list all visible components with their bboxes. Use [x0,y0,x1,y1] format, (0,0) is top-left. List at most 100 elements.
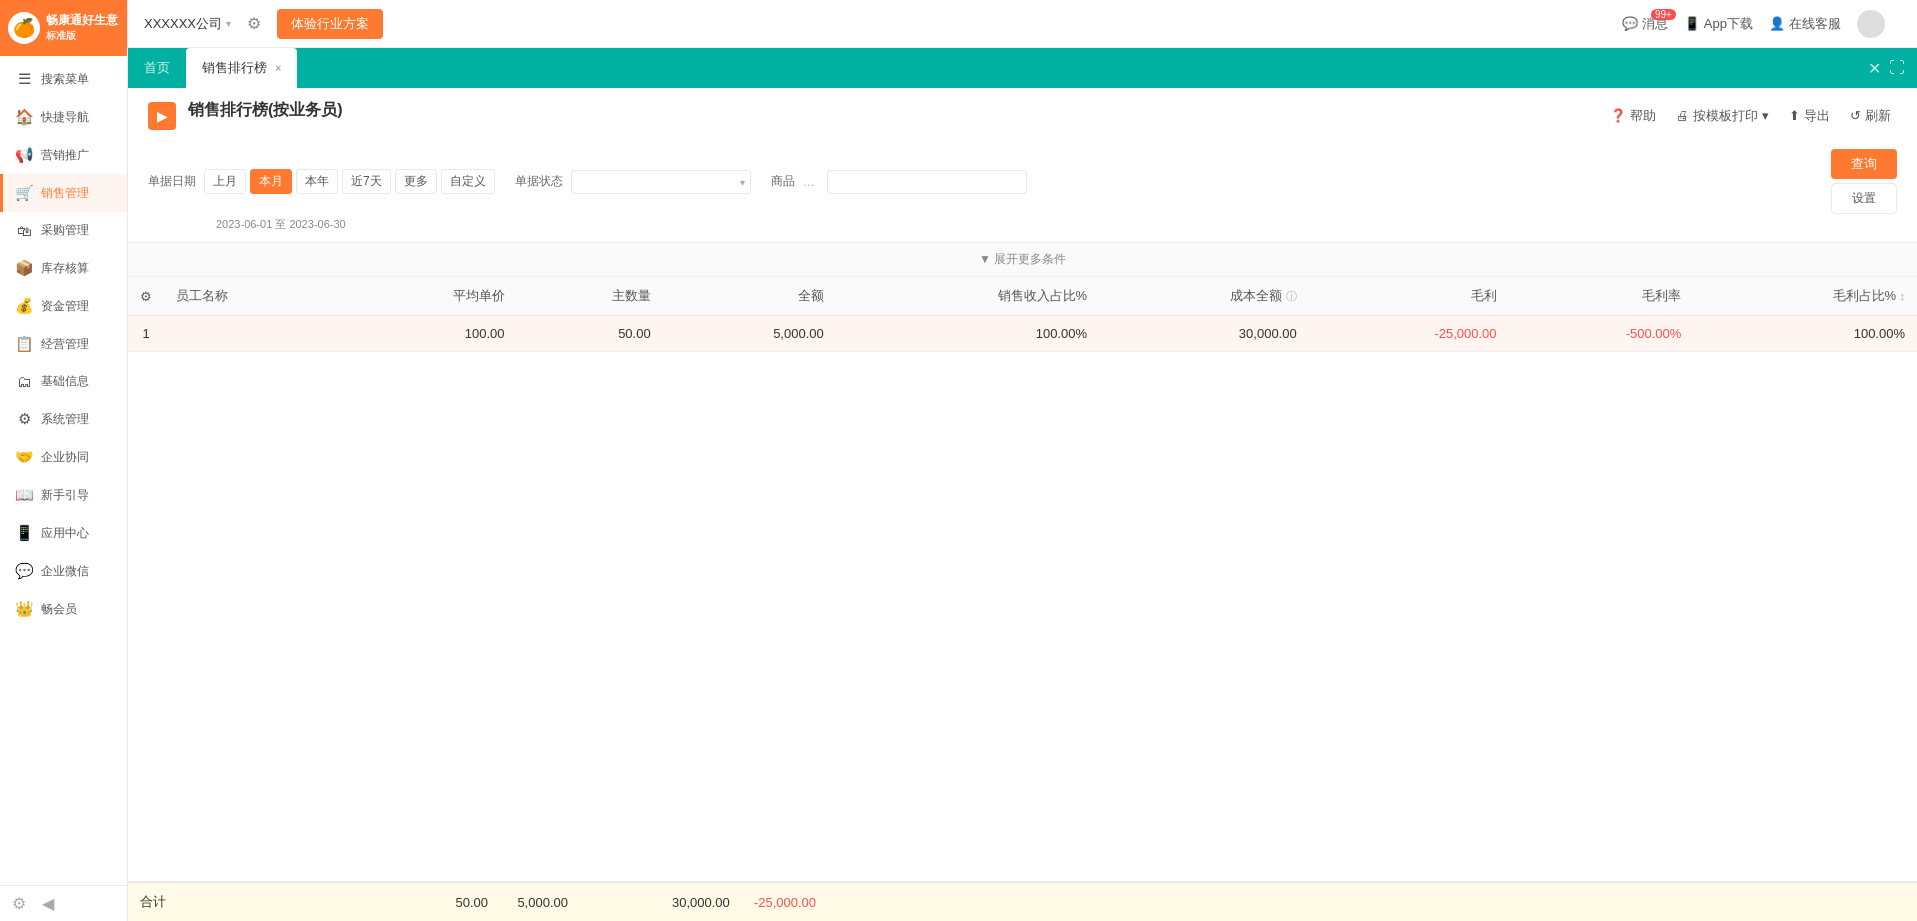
date-range-display: 2023-06-01 至 2023-06-30 [216,216,1897,232]
sidebar-item-sales[interactable]: 🛒 销售管理 [0,174,127,212]
cell-sales-pct: 100.00% [836,316,1099,352]
th-main-qty: 主数量 [517,277,663,316]
footer-amount: 5,000.00 [500,895,580,910]
th-settings[interactable]: ⚙ [128,277,164,316]
status-select[interactable] [571,170,751,194]
purchase-icon: 🛍 [15,222,33,239]
sidebar-item-shortcut[interactable]: 🏠 快捷导航 [0,98,127,136]
th-employee: 员工名称 [164,277,340,316]
sales-icon: 🛒 [15,184,33,202]
cell-amount: 5,000.00 [663,316,836,352]
last-month-btn[interactable]: 上月 [204,169,246,194]
th-gross: 毛利 [1309,277,1509,316]
th-sales-pct: 销售收入占比% [836,277,1099,316]
logo-icon: 🍊 [8,12,40,44]
apps-icon: 📱 [15,524,33,542]
expand-toggle-icon[interactable]: ▶ [148,102,176,130]
goods-more-icon[interactable]: … [803,175,815,189]
sidebar-item-operations[interactable]: 📋 经营管理 [0,325,127,363]
cell-rank: 1 [128,316,164,352]
close-window-icon[interactable]: ✕ [1868,59,1881,78]
footer-cost: 30,000.00 [660,895,742,910]
company-arrow-icon: ▾ [226,18,231,29]
member-icon: 👑 [15,600,33,618]
help-button[interactable]: ❓ 帮助 [1604,104,1662,128]
cell-gross: -25,000.00 [1309,316,1509,352]
table-wrap: ⚙ 员工名称 平均单价 主数量 全额 [128,277,1917,881]
sidebar-item-member[interactable]: 👑 畅会员 [0,590,127,628]
topbar: XXXXXX公司 ▾ ⚙ 体验行业方案 💬 消息 99+ 📱 App下载 👤 在… [128,0,1917,48]
cell-cost: 30,000.00 [1099,316,1309,352]
query-button[interactable]: 查询 [1831,149,1897,179]
export-button[interactable]: ⬆ 导出 [1783,104,1836,128]
tab-home[interactable]: 首页 [128,48,186,88]
service-icon: 👤 [1769,16,1785,31]
sidebar-item-apps[interactable]: 📱 应用中心 [0,514,127,552]
footer-main-qty: 50.00 [420,895,500,910]
logo-text: 畅康通好生意 标准版 [46,13,118,43]
fullscreen-icon[interactable]: ⛶ [1889,59,1905,77]
sidebar-item-purchase[interactable]: 🛍 采购管理 [0,212,127,249]
sidebar-item-corp[interactable]: 🤝 企业协同 [0,438,127,476]
sidebar-settings-icon[interactable]: ⚙ [12,894,26,913]
sidebar-item-system[interactable]: ⚙ 系统管理 [0,400,127,438]
more-date-btn[interactable]: 更多 [395,169,437,194]
page-header-top: ▶ 销售排行榜(按业务员) ❓ 帮助 🖨 按模板打印 ▾ ⬆ 导出 [128,88,1917,139]
refresh-icon: ↺ [1850,108,1861,123]
footer-total-label: 合计 [140,893,340,911]
tab-sales-ranking[interactable]: 销售排行榜 × [186,48,297,88]
refresh-button[interactable]: ↺ 刷新 [1844,104,1897,128]
th-avg-price: 平均单价 [340,277,516,316]
sidebar-item-basic[interactable]: 🗂 基础信息 [0,363,127,400]
cell-gross-rate: -500.00% [1509,316,1694,352]
filter-top-row: 单据日期 上月 本月 本年 近7天 更多 自定义 单据状态 [148,149,1897,214]
inventory-icon: 📦 [15,259,33,277]
last7days-btn[interactable]: 近7天 [342,169,391,194]
sidebar-item-finance[interactable]: 💰 资金管理 [0,287,127,325]
gross-pct-sort-icon: ↕ [1900,290,1906,302]
current-month-btn[interactable]: 本月 [250,169,292,194]
marketing-icon: 📢 [15,146,33,164]
cell-main-qty: 50.00 [517,316,663,352]
goods-filter-label: 商品 [771,173,795,190]
expand-row: ▼ 展开更多条件 [128,242,1917,277]
nav-tabs: 首页 销售排行榜 × ✕ ⛶ [128,48,1917,88]
topbar-settings-icon[interactable]: ⚙ [247,14,261,33]
template-print-button[interactable]: 🖨 按模板打印 ▾ [1670,104,1775,128]
table-header-row: ⚙ 员工名称 平均单价 主数量 全额 [128,277,1917,316]
sidebar-item-search[interactable]: ☰ 搜索菜单 [0,60,127,98]
goods-input[interactable] [827,170,1027,194]
home-icon: 🏠 [15,108,33,126]
nav-tabs-actions: ✕ ⛶ [1868,59,1917,78]
message-icon: 💬 [1622,16,1638,31]
cost-info-icon: ⓘ [1286,290,1297,302]
table-footer: 合计 50.00 5,000.00 30,000.00 -25,000.00 [128,881,1917,921]
search-menu-icon: ☰ [15,70,33,88]
print-icon: 🖨 [1676,108,1689,123]
page-content: ▶ 销售排行榜(按业务员) ❓ 帮助 🖨 按模板打印 ▾ ⬆ 导出 [128,88,1917,921]
current-year-btn[interactable]: 本年 [296,169,338,194]
date-filter-label: 单据日期 [148,173,196,190]
th-amount: 全额 [663,277,836,316]
settings-button[interactable]: 设置 [1831,183,1897,214]
app-download-button[interactable]: 📱 App下载 [1684,15,1753,33]
sidebar-item-marketing[interactable]: 📢 营销推广 [0,136,127,174]
tab-close-icon[interactable]: × [275,62,281,74]
sidebar-item-wechat[interactable]: 💬 企业微信 [0,552,127,590]
online-service-button[interactable]: 👤 在线客服 [1769,15,1841,33]
goods-filter-group: 商品 … [771,170,1027,194]
sidebar-collapse-icon[interactable]: ◀ [42,894,54,913]
messages-button[interactable]: 💬 消息 99+ [1622,15,1668,33]
trial-button[interactable]: 体验行业方案 [277,9,383,39]
avatar[interactable] [1857,10,1885,38]
sidebar-item-guide[interactable]: 📖 新手引导 [0,476,127,514]
basic-icon: 🗂 [15,373,33,390]
page-title: 销售排行榜(按业务员) [188,100,343,131]
company-selector[interactable]: XXXXXX公司 ▾ [144,15,231,33]
cell-avg-price: 100.00 [340,316,516,352]
sidebar-item-inventory[interactable]: 📦 库存核算 [0,249,127,287]
footer-gross: -25,000.00 [742,895,828,910]
custom-date-btn[interactable]: 自定义 [441,169,495,194]
th-gross-rate: 毛利率 [1509,277,1694,316]
expand-conditions-btn[interactable]: ▼ 展开更多条件 [979,251,1066,268]
